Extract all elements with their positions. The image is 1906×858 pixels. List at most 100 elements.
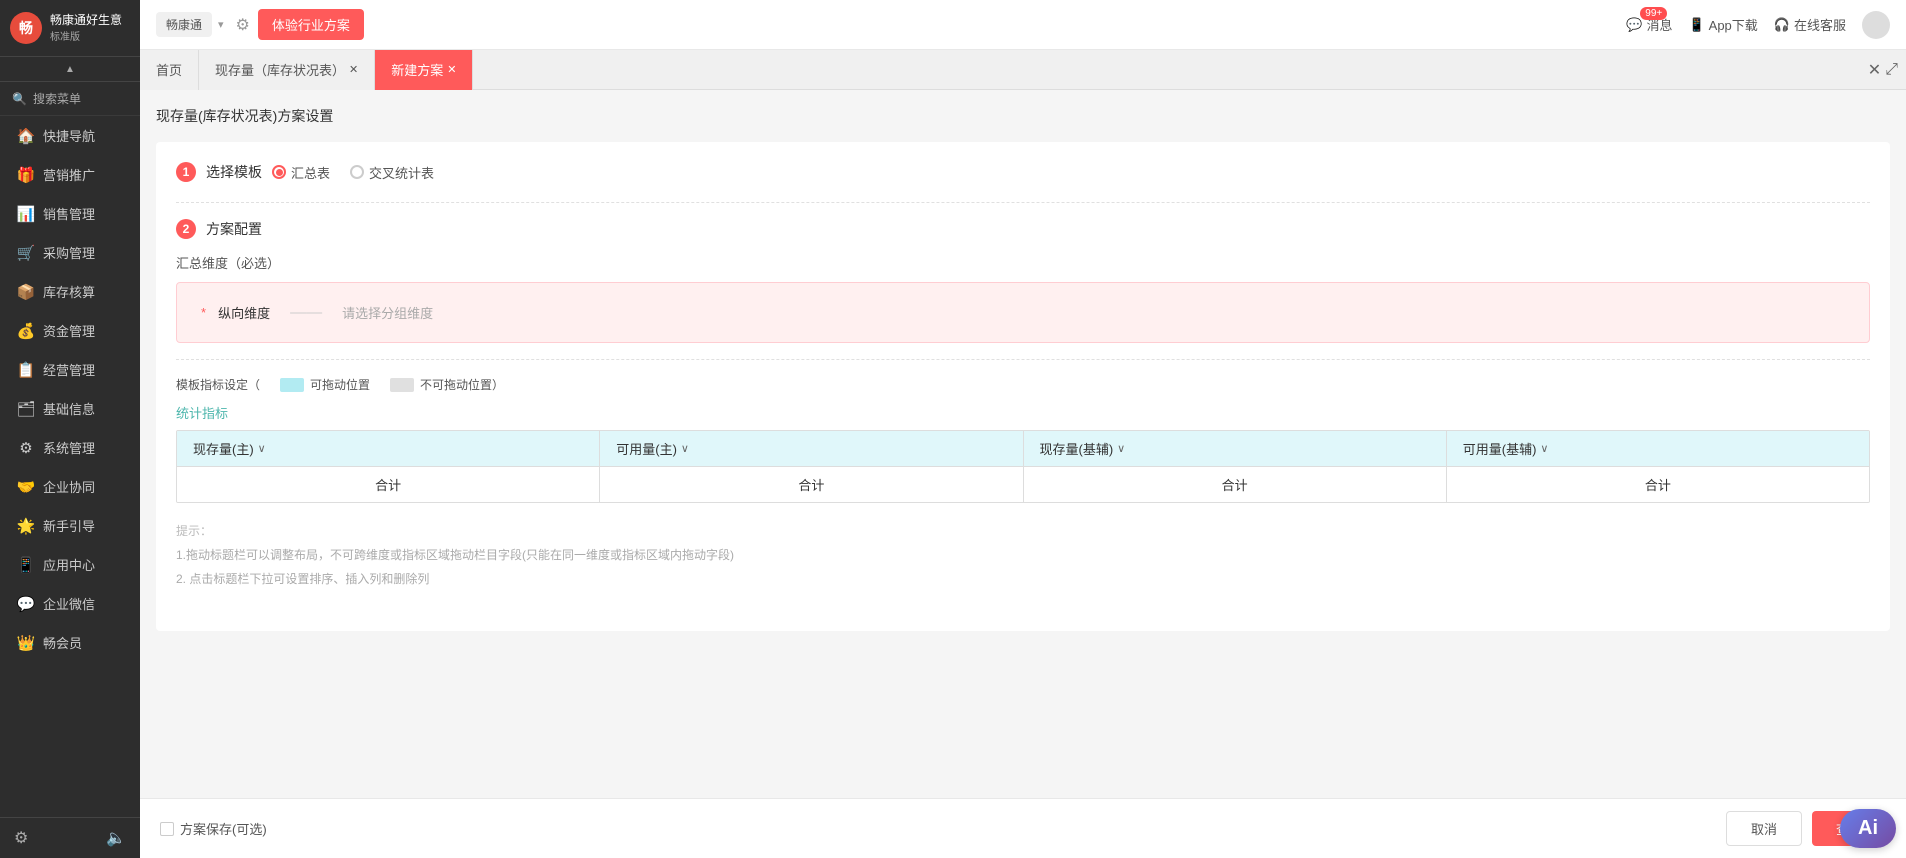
sidebar-item-label: 销售管理 bbox=[43, 204, 95, 223]
sidebar-item-system[interactable]: ⚙系统管理 bbox=[0, 428, 140, 467]
phone-icon: 📱 bbox=[1688, 17, 1704, 33]
topbar-gear-icon[interactable]: ⚙ bbox=[236, 15, 250, 35]
radio-summary[interactable]: 汇总表 bbox=[272, 163, 330, 182]
enterprise-icon: 🤝 bbox=[17, 478, 35, 496]
sound-icon[interactable]: 🔈 bbox=[106, 828, 126, 848]
cancel-btn[interactable]: 取消 bbox=[1726, 811, 1802, 846]
sidebar-item-basic[interactable]: 🗂基础信息 bbox=[0, 389, 140, 428]
sidebar-item-label: 畅会员 bbox=[43, 633, 82, 652]
draggable-label: 可拖动位置 bbox=[310, 376, 370, 393]
sidebar: 畅 畅康通好生意 标准版 ▲ 🔍 搜索菜单 🏠快捷导航🎁营销推广📊销售管理🛒采购… bbox=[0, 0, 140, 858]
sidebar-item-member[interactable]: 👑畅会员 bbox=[0, 623, 140, 662]
sidebar-item-label: 应用中心 bbox=[43, 555, 95, 574]
headset-icon: 🎧 bbox=[1774, 17, 1790, 33]
wechat-icon: 💬 bbox=[17, 595, 35, 613]
message-btn[interactable]: 💬 消息 99+ bbox=[1626, 15, 1672, 34]
indicator-cell-2: 合计 bbox=[1024, 466, 1447, 502]
user-box[interactable]: 畅康通 bbox=[156, 12, 212, 37]
fixed-label: 不可拖动位置） bbox=[420, 376, 504, 393]
sidebar-item-label: 经营管理 bbox=[43, 360, 95, 379]
finance-icon: 💰 bbox=[17, 322, 35, 340]
indicator-legend: 模板指标设定（ 可拖动位置 不可拖动位置） bbox=[176, 376, 1870, 393]
save-scheme-label: 方案保存(可选) bbox=[180, 819, 267, 838]
content-area: 现存量(库存状况表)方案设置 1 选择模板 汇总表 交叉统计表 bbox=[140, 90, 1906, 798]
sidebar-item-sales[interactable]: 📊销售管理 bbox=[0, 194, 140, 233]
tab-inventory-close-icon[interactable]: ✕ bbox=[349, 63, 358, 76]
radio-summary-label: 汇总表 bbox=[291, 163, 330, 182]
online-service-btn[interactable]: 🎧 在线客服 bbox=[1774, 15, 1846, 34]
tab-inventory-status[interactable]: 现存量（库存状况表） ✕ bbox=[199, 50, 375, 90]
col-label-1: 可用量(主) bbox=[616, 439, 677, 458]
divider2 bbox=[176, 359, 1870, 360]
sidebar-item-label: 企业微信 bbox=[43, 594, 95, 613]
indicator-col-0[interactable]: 现存量(主)∨ bbox=[177, 431, 600, 466]
indicator-table-header: 现存量(主)∨可用量(主)∨现存量(基辅)∨可用量(基辅)∨ bbox=[177, 431, 1869, 466]
indicator-col-2[interactable]: 现存量(基辅)∨ bbox=[1024, 431, 1447, 466]
app-download-btn[interactable]: 📱 App下载 bbox=[1688, 15, 1757, 34]
dimension-box[interactable]: * 纵向维度 —— 请选择分组维度 bbox=[176, 282, 1870, 343]
save-scheme-area: 方案保存(可选) bbox=[160, 819, 267, 838]
tab-new-scheme-close-icon[interactable]: ✕ bbox=[447, 63, 456, 76]
sidebar-item-operations[interactable]: 📋经营管理 bbox=[0, 350, 140, 389]
indicator-setting-label: 模板指标设定（ bbox=[176, 376, 260, 393]
sidebar-item-wechat[interactable]: 💬 企业微信 bbox=[0, 584, 140, 623]
service-label: 在线客服 bbox=[1794, 15, 1846, 34]
footer-bar: 方案保存(可选) 取消 查询 bbox=[140, 798, 1906, 858]
sidebar-item-appstore[interactable]: 📱应用中心 bbox=[0, 545, 140, 584]
indicator-col-1[interactable]: 可用量(主) ∨ bbox=[600, 431, 1023, 466]
sidebar-item-newbie[interactable]: 🌟新手引导 bbox=[0, 506, 140, 545]
purchase-icon: 🛒 bbox=[17, 244, 35, 262]
save-scheme-checkbox[interactable] bbox=[160, 822, 174, 836]
indicator-section: 模板指标设定（ 可拖动位置 不可拖动位置） 统计指标 bbox=[176, 376, 1870, 503]
indicator-col-3[interactable]: 可用量(基辅)∨ bbox=[1447, 431, 1869, 466]
tabbar-right-btns: ✕ ⤢ bbox=[1868, 60, 1906, 80]
topbar-user: 畅康通 ▾ bbox=[156, 12, 224, 37]
radio-cross[interactable]: 交叉统计表 bbox=[350, 163, 434, 182]
tab-new-scheme[interactable]: 新建方案 ✕ bbox=[375, 50, 473, 90]
indicator-table: 现存量(主)∨可用量(主)∨现存量(基辅)∨可用量(基辅)∨ 合计合计合计合计 bbox=[176, 430, 1870, 503]
topbar: 畅康通 ▾ ⚙ 体验行业方案 💬 消息 99+ 📱 App下载 🎧 在线客服 bbox=[140, 0, 1906, 50]
topbar-right: 💬 消息 99+ 📱 App下载 🎧 在线客服 bbox=[1626, 11, 1890, 39]
scroll-up-btn[interactable]: ▲ bbox=[62, 61, 78, 77]
close-all-tabs-btn[interactable]: ✕ bbox=[1868, 60, 1881, 80]
divider1 bbox=[176, 202, 1870, 203]
fixed-color-box bbox=[390, 378, 414, 392]
tip-line-1: 1.拖动标题栏可以调整布局，不可跨维度或指标区域拖动栏目字段(只能在同一维度或指… bbox=[176, 543, 1870, 567]
sidebar-item-purchase[interactable]: 🛒采购管理 bbox=[0, 233, 140, 272]
app-download-label: App下载 bbox=[1709, 15, 1758, 34]
sidebar-search[interactable]: 🔍 搜索菜单 bbox=[0, 82, 140, 116]
col-arrow-3[interactable]: ∨ bbox=[1540, 442, 1548, 455]
search-label: 搜索菜单 bbox=[33, 90, 81, 107]
sidebar-logo: 畅 畅康通好生意 标准版 bbox=[0, 0, 140, 57]
user-avatar[interactable] bbox=[1862, 11, 1890, 39]
sidebar-item-inventory[interactable]: 📦库存核算 bbox=[0, 272, 140, 311]
user-name: 畅康通 bbox=[166, 18, 202, 32]
col-arrow-0[interactable]: ∨ bbox=[258, 442, 266, 455]
sidebar-item-label: 系统管理 bbox=[43, 438, 95, 457]
sidebar-footer: ⚙ 🔈 bbox=[0, 817, 140, 858]
expand-btn[interactable]: ⤢ bbox=[1885, 61, 1898, 79]
tab-home[interactable]: 首页 bbox=[140, 50, 199, 90]
settings-icon[interactable]: ⚙ bbox=[14, 828, 28, 848]
legend-draggable: 可拖动位置 bbox=[280, 376, 370, 393]
radio-cross-dot bbox=[350, 165, 364, 179]
dropdown-arrow-icon[interactable]: ▾ bbox=[218, 18, 224, 31]
ai-badge[interactable]: Ai bbox=[1840, 809, 1896, 848]
sidebar-scroll-up-area: ▲ bbox=[0, 57, 140, 82]
template-radio-group: 汇总表 交叉统计表 bbox=[272, 163, 434, 182]
indicator-table-body: 合计合计合计合计 bbox=[177, 466, 1869, 502]
search-icon: 🔍 bbox=[12, 92, 27, 106]
sidebar-item-quick-nav[interactable]: 🏠快捷导航 bbox=[0, 116, 140, 155]
col-arrow-2[interactable]: ∨ bbox=[1117, 442, 1125, 455]
sidebar-item-marketing[interactable]: 🎁营销推广 bbox=[0, 155, 140, 194]
step2-badge: 2 bbox=[176, 219, 196, 239]
draggable-color-box bbox=[280, 378, 304, 392]
sidebar-item-finance[interactable]: 💰资金管理 bbox=[0, 311, 140, 350]
sidebar-item-label: 营销推广 bbox=[43, 165, 95, 184]
step2-header: 2 方案配置 bbox=[176, 219, 1870, 239]
col-arrow-1[interactable]: ∨ bbox=[681, 442, 689, 455]
logo-icon: 畅 bbox=[10, 12, 42, 44]
sidebar-item-enterprise[interactable]: 🤝企业协同 bbox=[0, 467, 140, 506]
sidebar-item-label: 库存核算 bbox=[43, 282, 95, 301]
trial-btn[interactable]: 体验行业方案 bbox=[258, 9, 364, 40]
